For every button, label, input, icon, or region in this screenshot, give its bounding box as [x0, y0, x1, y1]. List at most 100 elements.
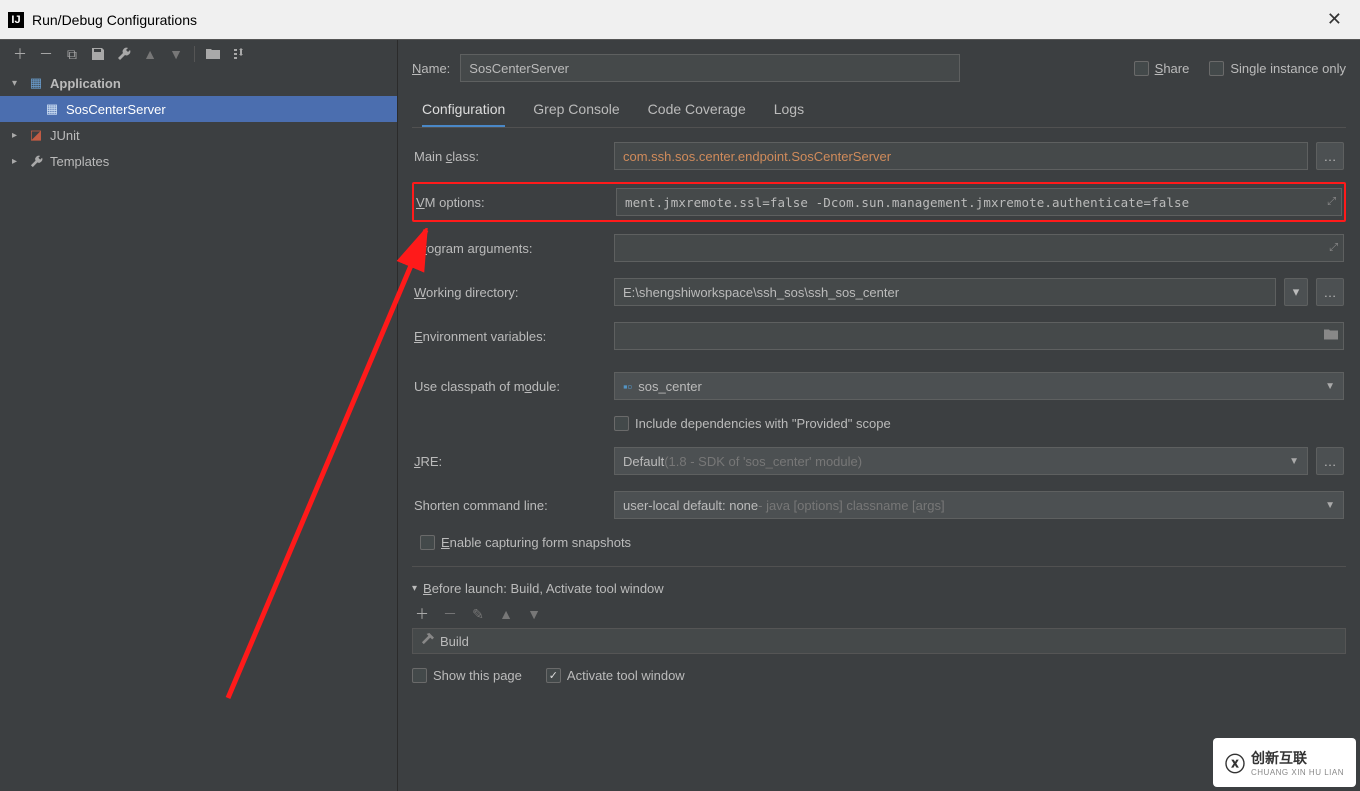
checkbox-icon	[420, 535, 435, 550]
hammer-icon	[421, 633, 434, 649]
left-panel: ＋ － ⧉ ▲ ▼ ▾ ▦ Application	[0, 40, 398, 791]
before-launch-label: Before launch: Build, Activate tool wind…	[423, 581, 664, 596]
env-vars-input[interactable]	[614, 322, 1344, 350]
up-icon[interactable]: ▲	[496, 604, 516, 624]
chevron-down-icon: ▾	[12, 78, 22, 89]
main-class-input[interactable]	[614, 142, 1308, 170]
form-snapshots-label: Enable capturing form snapshots	[441, 535, 631, 550]
edit-icon[interactable]: ✎	[468, 604, 488, 624]
tabs: Configuration Grep Console Code Coverage…	[412, 96, 1346, 128]
add-icon[interactable]: ＋	[10, 44, 30, 64]
provided-scope-checkbox[interactable]: Include dependencies with "Provided" sco…	[614, 416, 891, 431]
row-shorten: Shorten command line: user-local default…	[414, 491, 1344, 519]
app-run-icon: ▦	[44, 101, 60, 117]
browse-working-dir-button[interactable]: …	[1316, 278, 1344, 306]
show-page-label: Show this page	[433, 668, 522, 683]
checkbox-icon	[1134, 61, 1149, 76]
folder-icon[interactable]	[203, 44, 223, 64]
watermark-logo-icon: ⓧ	[1225, 748, 1245, 777]
config-form: Main class: … VM options: ⤢ Program argu…	[412, 142, 1346, 550]
main-class-label: Main class:	[414, 149, 606, 164]
toolbar-separator	[194, 46, 195, 62]
row-program-args: Program arguments: ⤢	[414, 234, 1344, 262]
close-button[interactable]: ✕	[1317, 5, 1352, 34]
intellij-logo-icon: IJ	[8, 12, 24, 28]
row-main-class: Main class: …	[414, 142, 1344, 170]
vm-options-input[interactable]	[616, 188, 1342, 216]
copy-icon[interactable]: ⧉	[62, 44, 82, 64]
working-dir-input[interactable]	[614, 278, 1276, 306]
tree-templates[interactable]: ▸ Templates	[0, 148, 397, 174]
single-instance-label: Single instance only	[1230, 61, 1346, 76]
program-args-input[interactable]	[614, 234, 1344, 262]
remove-icon[interactable]: －	[440, 604, 460, 624]
down-icon[interactable]: ▼	[524, 604, 544, 624]
right-panel: Name: Share Single instance only Configu…	[398, 40, 1360, 791]
application-icon: ▦	[28, 75, 44, 91]
chevron-right-icon: ▸	[12, 130, 22, 141]
build-item-label: Build	[440, 634, 469, 649]
tab-logs[interactable]: Logs	[774, 101, 804, 127]
row-provided-scope: Include dependencies with "Provided" sco…	[414, 416, 1344, 431]
checkbox-icon	[1209, 61, 1224, 76]
tree-soscenterserver[interactable]: ▦ SosCenterServer	[0, 96, 397, 122]
folder-icon[interactable]	[1324, 329, 1338, 344]
tree-application-label: Application	[50, 76, 121, 91]
divider	[412, 566, 1346, 567]
row-classpath: Use classpath of module: ▪▫ sos_center ▼	[414, 372, 1344, 400]
save-icon[interactable]	[88, 44, 108, 64]
classpath-select[interactable]: ▪▫ sos_center ▼	[614, 372, 1344, 400]
checkbox-icon	[614, 416, 629, 431]
single-instance-checkbox[interactable]: Single instance only	[1209, 61, 1346, 76]
remove-icon[interactable]: －	[36, 44, 56, 64]
title-bar: IJ Run/Debug Configurations ✕	[0, 0, 1360, 40]
tree-junit[interactable]: ▸ ◪ JUnit	[0, 122, 397, 148]
watermark-brand: 创新互联	[1251, 748, 1344, 768]
shorten-value: user-local default: none	[623, 498, 758, 513]
sort-icon[interactable]	[229, 44, 249, 64]
checkbox-checked-icon: ✓	[546, 668, 561, 683]
shorten-label: Shorten command line:	[414, 498, 606, 513]
classpath-label: Use classpath of module:	[414, 379, 606, 394]
watermark: ⓧ 创新互联 CHUANG XIN HU LIAN	[1213, 738, 1356, 787]
tab-code-coverage[interactable]: Code Coverage	[648, 101, 746, 127]
share-label: Share	[1155, 61, 1190, 76]
tree-templates-label: Templates	[50, 154, 109, 169]
share-checkbox[interactable]: Share	[1134, 61, 1190, 76]
shorten-select[interactable]: user-local default: none - java [options…	[614, 491, 1344, 519]
browse-main-class-button[interactable]: …	[1316, 142, 1344, 170]
chevron-down-icon: ▼	[1325, 500, 1335, 511]
name-label: Name:	[412, 61, 450, 76]
up-icon[interactable]: ▲	[140, 44, 160, 64]
activate-tool-checkbox[interactable]: ✓ Activate tool window	[546, 668, 685, 683]
browse-jre-button[interactable]: …	[1316, 447, 1344, 475]
before-launch-item[interactable]: Build	[412, 628, 1346, 654]
tab-configuration[interactable]: Configuration	[422, 101, 505, 127]
form-snapshots-checkbox[interactable]: Enable capturing form snapshots	[420, 535, 631, 550]
chevron-right-icon: ▸	[12, 156, 22, 167]
wrench-icon[interactable]	[114, 44, 134, 64]
bottom-checks: Show this page ✓ Activate tool window	[412, 668, 1346, 683]
jre-label: JRE:	[414, 454, 606, 469]
chevron-down-icon: ▾	[412, 583, 417, 594]
tree-soscenterserver-label: SosCenterServer	[66, 102, 166, 117]
chevron-down-icon: ▼	[1325, 381, 1335, 392]
config-toolbar: ＋ － ⧉ ▲ ▼	[0, 40, 397, 68]
working-dir-label: Working directory:	[414, 285, 606, 300]
jre-select[interactable]: Default (1.8 - SDK of 'sos_center' modul…	[614, 447, 1308, 475]
add-icon[interactable]: ＋	[412, 604, 432, 624]
down-icon[interactable]: ▼	[166, 44, 186, 64]
show-page-checkbox[interactable]: Show this page	[412, 668, 522, 683]
row-env-vars: Environment variables:	[414, 322, 1344, 350]
tree-application[interactable]: ▾ ▦ Application	[0, 70, 397, 96]
classpath-value: sos_center	[638, 379, 702, 394]
jre-hint: (1.8 - SDK of 'sos_center' module)	[664, 454, 862, 469]
working-dir-dropdown[interactable]: ▾	[1284, 278, 1308, 306]
name-input[interactable]	[460, 54, 960, 82]
row-working-dir: Working directory: ▾ …	[414, 278, 1344, 306]
shorten-hint: - java [options] classname [args]	[758, 498, 944, 513]
tab-grep-console[interactable]: Grep Console	[533, 101, 619, 127]
templates-icon	[28, 155, 44, 168]
before-launch-header[interactable]: ▾ Before launch: Build, Activate tool wi…	[412, 581, 1346, 596]
config-tree: ▾ ▦ Application ▦ SosCenterServer ▸ ◪ JU…	[0, 68, 397, 791]
